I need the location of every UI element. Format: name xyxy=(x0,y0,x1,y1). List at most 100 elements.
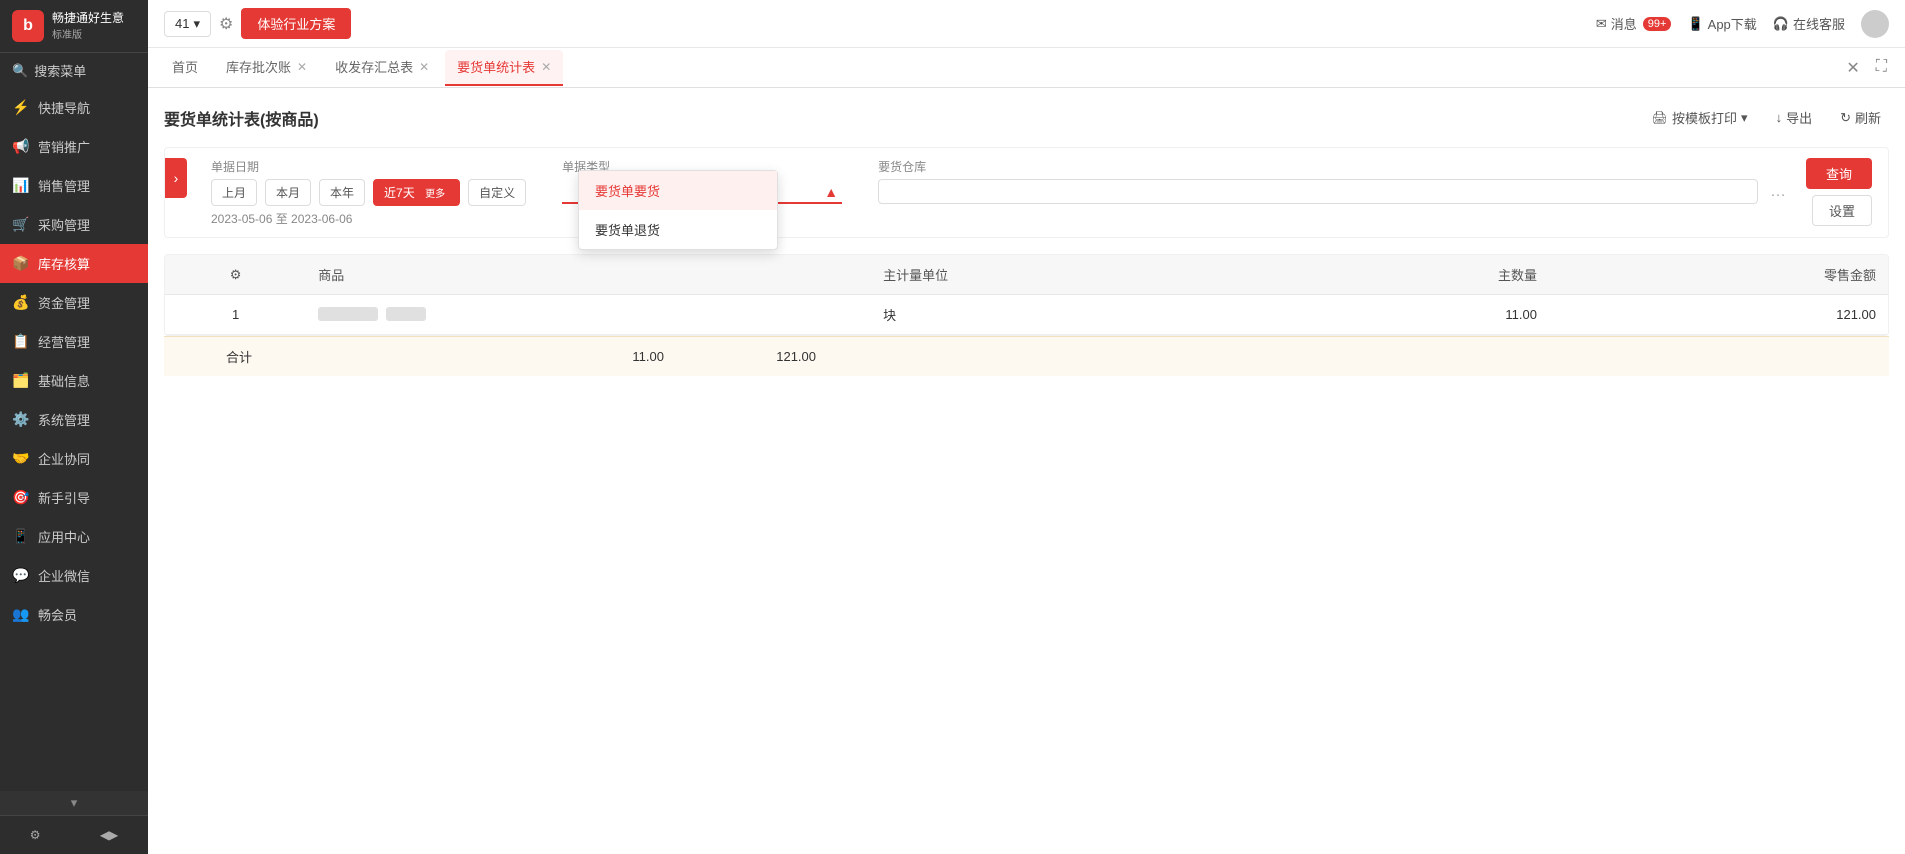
online-service-btn[interactable]: 🎧 在线客服 xyxy=(1773,14,1845,33)
phone-icon: 📱 xyxy=(1687,16,1703,32)
query-btn[interactable]: 查询 xyxy=(1806,158,1872,189)
page-actions: 🖨 按模板打印 ▾ ↓ 导出 ↻ 刷新 xyxy=(1644,104,1890,131)
sidebar-item-inventory[interactable]: 📦 库存核算 xyxy=(0,244,148,283)
sidebar-bottom: ⚙ ◀▶ xyxy=(0,815,148,854)
search-icon: 🔍 xyxy=(12,63,28,79)
members-icon: 👥 xyxy=(12,606,30,624)
sidebar-scroll-down[interactable]: ▾ xyxy=(0,791,148,815)
warehouse-filter-group: 要货仓库 … xyxy=(878,158,1790,204)
date-btn-this-month[interactable]: 本月 xyxy=(265,179,311,206)
messages-btn[interactable]: ✉ 消息 99+ xyxy=(1596,14,1672,33)
dropdown-item-requisition-return[interactable]: 要货单退货 xyxy=(579,210,777,249)
sidebar-label: 营销推广 xyxy=(38,137,90,156)
tabs-controls: ✕ ⛶ xyxy=(1840,56,1893,80)
tab-receivables-close[interactable]: ✕ xyxy=(419,60,429,74)
topbar-left: 41 ▾ ⚙ 体验行业方案 xyxy=(164,8,1584,39)
last-7-label: 近7天 xyxy=(384,186,415,200)
tab-expand-btn[interactable]: ⛶ xyxy=(1870,56,1893,80)
guide-icon: 🎯 xyxy=(12,489,30,507)
tabs-bar: 首页 库存批次账 ✕ 收发存汇总表 ✕ 要货单统计表 ✕ ✕ ⛶ xyxy=(148,48,1905,88)
col-header-unit: 主计量单位 xyxy=(871,255,1210,295)
sidebar-item-system[interactable]: ⚙️ 系统管理 xyxy=(0,400,148,439)
sidebar-collapse-btn[interactable]: ◀▶ xyxy=(92,824,126,846)
export-btn[interactable]: ↓ 导出 xyxy=(1768,104,1821,131)
tab-home[interactable]: 首页 xyxy=(160,50,210,86)
topbar-right: ✉ 消息 99+ 📱 App下载 🎧 在线客服 xyxy=(1596,10,1889,38)
app-download-btn[interactable]: 📱 App下载 xyxy=(1687,14,1756,33)
table-settings-icon[interactable]: ⚙ xyxy=(230,267,242,282)
date-filter-label: 单据日期 xyxy=(211,158,526,175)
col-header-amount: 零售金额 xyxy=(1549,255,1888,295)
tab-requisition-stat-close[interactable]: ✕ xyxy=(541,60,551,74)
sidebar-item-basic[interactable]: 🗂️ 基础信息 xyxy=(0,361,148,400)
product-placeholder2 xyxy=(386,307,426,321)
table-footer: 合计 11.00 121.00 xyxy=(164,336,1889,376)
sidebar-settings-btn[interactable]: ⚙ xyxy=(22,824,49,846)
sidebar-item-enterprise[interactable]: 🤝 企业协同 xyxy=(0,439,148,478)
date-btn-prev-month[interactable]: 上月 xyxy=(211,179,257,206)
sidebar-item-marketing[interactable]: 📢 营销推广 xyxy=(0,127,148,166)
company-name: 41 xyxy=(175,16,189,31)
message-icon: ✉ xyxy=(1596,16,1607,32)
date-range-display: 2023-05-06 至 2023-06-06 xyxy=(211,210,526,227)
warehouse-row: … xyxy=(878,179,1790,204)
enterprise-icon: 🤝 xyxy=(12,450,30,468)
set-btn[interactable]: 设置 xyxy=(1812,195,1872,226)
date-btn-this-year[interactable]: 本年 xyxy=(319,179,365,206)
data-table-wrap: ⚙ 商品 主计量单位 主数量 零售金额 1 xyxy=(164,254,1889,336)
print-btn[interactable]: 🖨 按模板打印 ▾ xyxy=(1644,104,1756,131)
sidebar-nav: ⚡ 快捷导航 📢 营销推广 📊 销售管理 🛒 采购管理 📦 库存核算 💰 资金管… xyxy=(0,88,148,791)
tab-close-all-btn[interactable]: ✕ xyxy=(1840,56,1865,80)
trial-industry-btn[interactable]: 体验行业方案 xyxy=(241,8,351,39)
inventory-icon: 📦 xyxy=(12,255,30,273)
filter-expand-btn[interactable]: › xyxy=(165,158,187,198)
tab-inventory-batch-close[interactable]: ✕ xyxy=(297,60,307,74)
sidebar-item-operations[interactable]: 📋 经营管理 xyxy=(0,322,148,361)
logo-area: b 畅捷通好生意 标准版 xyxy=(0,0,148,53)
purchase-icon: 🛒 xyxy=(12,216,30,234)
online-service-label: 在线客服 xyxy=(1793,14,1845,33)
company-selector[interactable]: 41 ▾ xyxy=(164,11,211,37)
finance-icon: 💰 xyxy=(12,294,30,312)
sidebar-item-appstore[interactable]: 📱 应用中心 xyxy=(0,517,148,556)
cell-unit: 块 xyxy=(871,295,1210,335)
tab-inventory-batch[interactable]: 库存批次账 ✕ xyxy=(214,50,319,86)
date-btn-last-7[interactable]: 近7天 更多 xyxy=(373,179,460,206)
warehouse-filter-input[interactable] xyxy=(878,179,1758,204)
print-chevron-icon: ▾ xyxy=(1741,110,1748,126)
tab-receivables-label: 收发存汇总表 xyxy=(335,57,413,76)
tab-receivables[interactable]: 收发存汇总表 ✕ xyxy=(323,50,441,86)
sidebar-label: 快捷导航 xyxy=(38,98,90,117)
cell-amount: 121.00 xyxy=(1549,295,1888,335)
operations-icon: 📋 xyxy=(12,333,30,351)
sidebar-item-guide[interactable]: 🎯 新手引导 xyxy=(0,478,148,517)
cell-qty: 11.00 xyxy=(1210,295,1549,335)
sidebar-item-wechat[interactable]: 💬 企业微信 xyxy=(0,556,148,595)
type-filter-chevron-icon[interactable]: ▲ xyxy=(824,184,838,200)
logo-icon: b xyxy=(12,10,44,42)
page-header: 要货单统计表(按商品) 🖨 按模板打印 ▾ ↓ 导出 ↻ 刷新 xyxy=(164,104,1889,131)
service-icon: 🎧 xyxy=(1773,16,1789,32)
dropdown-item-requisition-order[interactable]: 要货单要货 xyxy=(579,171,777,210)
wechat-icon: 💬 xyxy=(12,567,30,585)
sidebar: b 畅捷通好生意 标准版 🔍 搜索菜单 ⚡ 快捷导航 📢 营销推广 📊 销售管理… xyxy=(0,0,148,854)
sidebar-item-quick-nav[interactable]: ⚡ 快捷导航 xyxy=(0,88,148,127)
tab-home-label: 首页 xyxy=(172,57,198,76)
sidebar-label: 新手引导 xyxy=(38,488,90,507)
settings-button[interactable]: ⚙ xyxy=(219,14,233,34)
app-sub: 标准版 xyxy=(52,26,124,41)
search-menu-btn[interactable]: 🔍 搜索菜单 xyxy=(0,53,148,88)
user-avatar[interactable] xyxy=(1861,10,1889,38)
sidebar-item-sales[interactable]: 📊 销售管理 xyxy=(0,166,148,205)
sidebar-item-members[interactable]: 👥 畅会员 xyxy=(0,595,148,634)
sidebar-item-finance[interactable]: 💰 资金管理 xyxy=(0,283,148,322)
sales-icon: 📊 xyxy=(12,177,30,195)
appstore-icon: 📱 xyxy=(12,528,30,546)
warehouse-more-btn[interactable]: … xyxy=(1766,181,1790,203)
sidebar-item-purchase[interactable]: 🛒 采购管理 xyxy=(0,205,148,244)
tab-requisition-stat[interactable]: 要货单统计表 ✕ xyxy=(445,50,563,86)
refresh-btn[interactable]: ↻ 刷新 xyxy=(1832,104,1889,131)
search-menu-label: 搜索菜单 xyxy=(34,61,86,80)
date-btn-custom[interactable]: 自定义 xyxy=(468,179,526,206)
print-icon: 🖨 xyxy=(1652,110,1669,126)
